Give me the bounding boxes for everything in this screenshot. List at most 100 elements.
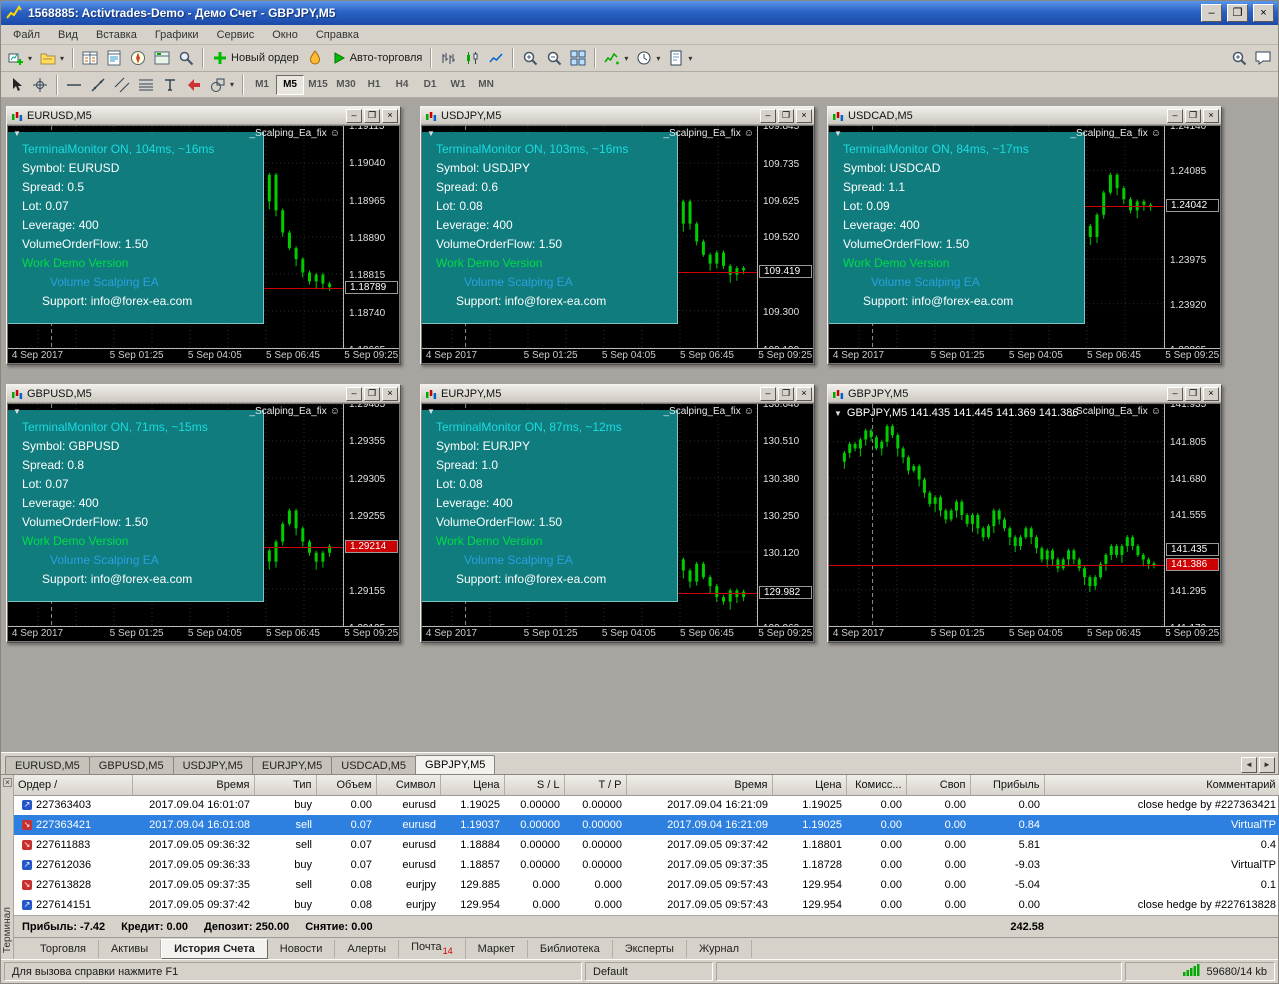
dropdown-arrow-icon[interactable]: ▾ [28, 54, 32, 63]
chart-window-eurjpy[interactable]: EURJPY,M5 – ❐ × ▼ _Scalping_Ea_fix ☺ Term… [420, 384, 815, 643]
crosshair-button[interactable] [28, 74, 52, 96]
column-header-1[interactable]: Время [132, 775, 255, 796]
chart-restore-button[interactable]: ❐ [778, 108, 794, 123]
time-axis[interactable]: 4 Sep 2017 5 Sep 01:25 5 Sep 04:05 5 Sep 06… [829, 348, 1220, 363]
trendline-button[interactable] [86, 74, 110, 96]
price-scale[interactable]: 1.19115 1.19040 1.18965 1.18890 1.18815 1.187… [343, 126, 399, 348]
chart-minimize-button[interactable]: – [346, 386, 362, 401]
zoom-out-button[interactable] [542, 47, 566, 69]
chart-restore-button[interactable]: ❐ [364, 386, 380, 401]
price-scale[interactable]: 1.241401.240851.239751.239201.238651.240… [1164, 126, 1220, 348]
column-header-12[interactable]: Прибыль [970, 775, 1045, 796]
dropdown-arrow-icon[interactable]: ▾ [624, 54, 628, 63]
dropdown-arrow-icon[interactable]: ▾ [230, 80, 234, 89]
terminal-tab-news[interactable]: Новости [268, 939, 336, 958]
dropdown-arrow-icon[interactable]: ▾ [688, 54, 692, 63]
timeframe-m5[interactable]: M5 [276, 74, 305, 95]
column-header-9[interactable]: Цена [772, 775, 847, 796]
terminal-tab-account-history[interactable]: История Счета [161, 938, 268, 959]
terminal-close-icon[interactable]: × [3, 778, 12, 787]
chart-minimize-button[interactable]: – [760, 386, 776, 401]
timeframe-m15[interactable]: M15 [304, 75, 332, 95]
column-header-7[interactable]: T / P [564, 775, 627, 796]
chart-tab-gbpjpy-m5[interactable]: GBPJPY,M5 [415, 755, 496, 774]
dropdown-arrow-icon[interactable]: ▾ [60, 54, 64, 63]
history-row-227363421[interactable]: ↘ 227363421 2017.09.04 16:01:08 sell 0.07 eur… [14, 815, 1279, 835]
shapes-button[interactable]: ▾ [206, 74, 238, 96]
zoom-in-button[interactable] [518, 47, 542, 69]
chart-tab-gbpusd-m5[interactable]: GBPUSD,M5 [88, 756, 174, 774]
history-row-227363403[interactable]: ↗ 227363403 2017.09.04 16:01:07 buy 0.00 euru… [14, 795, 1279, 815]
tile-windows-button[interactable] [566, 47, 590, 69]
navigator-button[interactable] [126, 47, 150, 69]
column-header-5[interactable]: Цена [440, 775, 505, 796]
menu-tools[interactable]: Сервис [208, 26, 264, 44]
chart-tab-usdjpy-m5[interactable]: USDJPY,M5 [172, 756, 253, 774]
time-axis[interactable]: 4 Sep 2017 5 Sep 01:25 5 Sep 04:05 5 Sep 06… [829, 626, 1220, 641]
terminal-tab-journal[interactable]: Журнал [687, 939, 753, 958]
chart-plot-area[interactable]: ▼ _Scalping_Ea_fix ☺ TerminalMonitor ON, … [422, 404, 757, 626]
chart-window-gbpjpy[interactable]: GBPJPY,M5 – ❐ × ▼ GBPJPY,M5 141.435 141.4… [827, 384, 1222, 643]
data-window-button[interactable] [102, 47, 126, 69]
chart-plot-area[interactable]: ▼ GBPJPY,M5 141.435 141.445 141.369 141.3… [829, 404, 1164, 626]
chart-window-eurusd[interactable]: EURUSD,M5 – ❐ × ▼ _Scalping_Ea_fix ☺ Term… [6, 106, 401, 365]
price-scale[interactable]: 1.294051.293551.293051.292551.291551.291… [343, 404, 399, 626]
equidistant-channel-button[interactable] [110, 74, 134, 96]
profiles-button[interactable]: ▾ [36, 47, 68, 69]
chart-plot-area[interactable]: ▼ _Scalping_Ea_fix ☺ TerminalMonitor ON, … [829, 126, 1164, 348]
price-scale[interactable]: 141.935141.805141.680141.555141.295141.1… [1164, 404, 1220, 626]
chart-close-button[interactable]: × [382, 108, 398, 123]
chart-restore-button[interactable]: ❐ [1185, 386, 1201, 401]
search-button[interactable] [1227, 47, 1251, 69]
chat-button[interactable] [1251, 47, 1275, 69]
new-order-button[interactable]: Новый ордер [208, 47, 303, 69]
chart-close-button[interactable]: × [796, 108, 812, 123]
timeframe-d1[interactable]: D1 [416, 75, 444, 95]
chart-window-gbpusd[interactable]: GBPUSD,M5 – ❐ × ▼ _Scalping_Ea_fix ☺ Term… [6, 384, 401, 643]
chart-tab-usdcad-m5[interactable]: USDCAD,M5 [331, 756, 417, 774]
column-header-6[interactable]: S / L [504, 775, 565, 796]
chart-restore-button[interactable]: ❐ [364, 108, 380, 123]
terminal-tab-mailbox[interactable]: Почта14 [399, 938, 466, 959]
status-profile[interactable]: Default [585, 962, 713, 981]
history-row-227613828[interactable]: ↘ 227613828 2017.09.05 09:37:35 sell 0.08 eur… [14, 875, 1279, 895]
chart-window-titlebar[interactable]: USDJPY,M5 – ❐ × [421, 107, 814, 125]
history-row-227612036[interactable]: ↗ 227612036 2017.09.05 09:36:33 buy 0.07 euru… [14, 855, 1279, 875]
terminal-tab-alerts[interactable]: Алерты [335, 939, 400, 958]
chart-bars-button[interactable] [436, 47, 460, 69]
terminal-tab-assets[interactable]: Активы [99, 939, 162, 958]
time-axis[interactable]: 4 Sep 2017 5 Sep 01:25 5 Sep 04:05 5 Sep 06… [8, 348, 399, 363]
time-axis[interactable]: 4 Sep 2017 5 Sep 01:25 5 Sep 04:05 5 Sep 06… [422, 348, 813, 363]
timeframe-mn[interactable]: MN [472, 75, 500, 95]
indicators-button[interactable]: ▾ [600, 47, 632, 69]
chart-close-button[interactable]: × [382, 386, 398, 401]
menu-charts[interactable]: Графики [146, 26, 208, 44]
metaeditor-button[interactable] [303, 47, 327, 69]
arrow-label-button[interactable] [182, 74, 206, 96]
menu-window[interactable]: Окно [263, 26, 307, 44]
horizontal-line-button[interactable] [62, 74, 86, 96]
tab-scroll-left-icon[interactable]: ◄ [1241, 756, 1257, 773]
timeframe-h4[interactable]: H4 [388, 75, 416, 95]
cursor-button[interactable] [4, 74, 28, 96]
chart-minimize-button[interactable]: – [346, 108, 362, 123]
time-axis[interactable]: 4 Sep 2017 5 Sep 01:25 5 Sep 04:05 5 Sep 06… [8, 626, 399, 641]
price-scale[interactable]: 130.640130.510130.380130.250130.120129.8… [757, 404, 813, 626]
chart-tab-eurjpy-m5[interactable]: EURJPY,M5 [251, 756, 333, 774]
strategy-tester-button[interactable] [174, 47, 198, 69]
chart-minimize-button[interactable]: – [1167, 108, 1183, 123]
chart-plot-area[interactable]: ▼ _Scalping_Ea_fix ☺ TerminalMonitor ON, … [422, 126, 757, 348]
minimize-button[interactable]: – [1201, 4, 1222, 22]
column-header-2[interactable]: Тип [254, 775, 317, 796]
dropdown-arrow-icon[interactable]: ▾ [656, 54, 660, 63]
column-header-11[interactable]: Своп [906, 775, 971, 796]
chart-restore-button[interactable]: ❐ [778, 386, 794, 401]
column-header-13[interactable]: Комментарий [1044, 775, 1279, 796]
chart-plot-area[interactable]: ▼ _Scalping_Ea_fix ☺ TerminalMonitor ON, … [8, 404, 343, 626]
timeframe-h1[interactable]: H1 [360, 75, 388, 95]
column-header-8[interactable]: Время [626, 775, 773, 796]
chart-close-button[interactable]: × [1203, 386, 1219, 401]
titlebar[interactable]: 1568885: Activtrades-Demo - Демо Счет - … [1, 1, 1278, 25]
chart-window-titlebar[interactable]: GBPJPY,M5 – ❐ × [828, 385, 1221, 403]
restore-button[interactable]: ❐ [1227, 4, 1248, 22]
